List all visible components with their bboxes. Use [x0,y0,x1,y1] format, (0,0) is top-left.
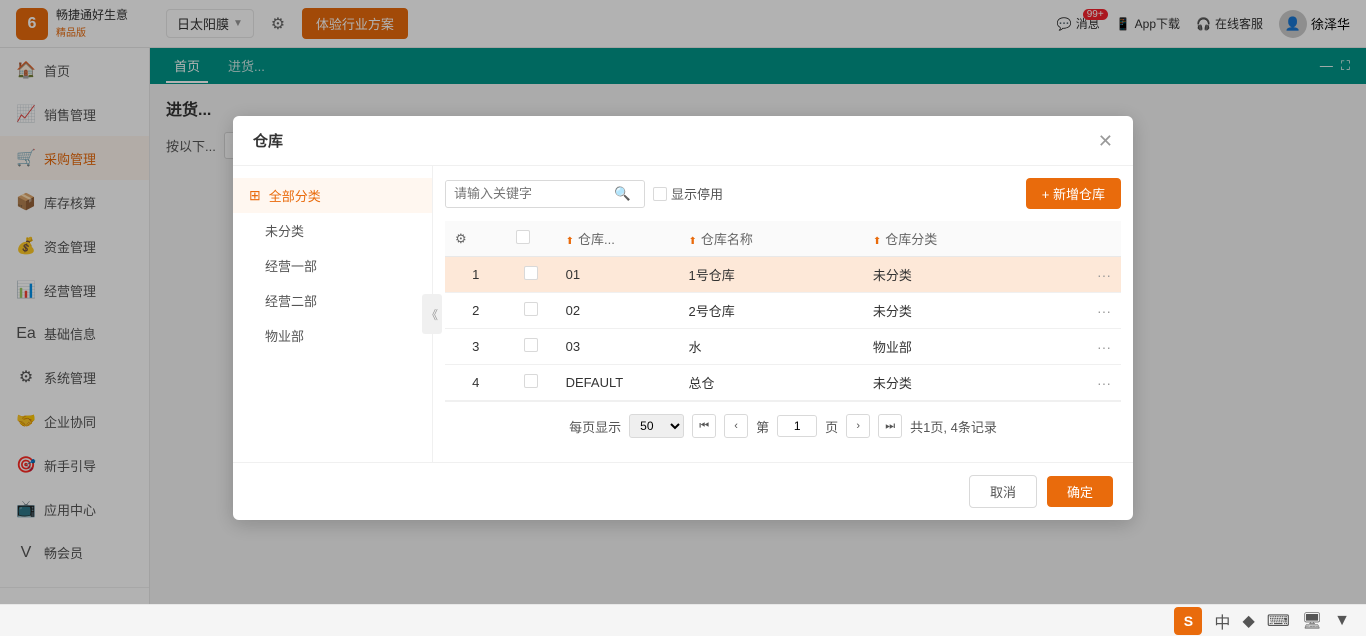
table-row[interactable]: 1 01 1号仓库 未分类 ··· [445,257,1121,293]
page-label: 第 [756,417,769,436]
row-category: 未分类 [863,365,1047,401]
add-warehouse-button[interactable]: + 新增仓库 [1026,178,1121,209]
page-label2: 页 [825,417,838,436]
page-prev-button[interactable]: ‹ [724,414,748,438]
col-setting-header: ⚙ [445,221,506,257]
confirm-button[interactable]: 确定 [1047,476,1113,507]
modal-title: 仓库 [253,130,283,151]
ellipsis-button[interactable]: ··· [1097,339,1111,355]
keyboard-icon[interactable]: ⌨ [1267,611,1290,631]
row-code: 03 [556,329,679,365]
tree-item-operation2[interactable]: 经营二部 [233,283,432,318]
table-row[interactable]: 2 02 2号仓库 未分类 ··· [445,293,1121,329]
gear-icon: ⚙ [455,231,467,246]
row-num: 2 [445,293,506,329]
row-name: 1号仓库 [679,257,863,293]
table-body: 1 01 1号仓库 未分类 ··· 2 02 2号仓库 未分类 ··· 3 03… [445,257,1121,401]
row-code: DEFAULT [556,365,679,401]
total-info: 共1页, 4条记录 [910,417,997,436]
table-row[interactable]: 4 DEFAULT 总仓 未分类 ··· [445,365,1121,401]
tree-collapse-button[interactable]: 《 [422,294,442,334]
select-all-checkbox[interactable] [516,230,530,244]
modal-footer: 取消 确定 [233,462,1133,520]
sort-icon2: ⬆ [689,236,697,247]
row-checkbox[interactable] [524,374,538,388]
tree-item-operation1[interactable]: 经营一部 [233,248,432,283]
row-actions: ··· [1047,293,1121,329]
search-input-wrap: 🔍 [445,180,645,208]
row-checkbox-cell [506,329,555,365]
col-code-header: ⬆仓库... [556,221,679,257]
cancel-button[interactable]: 取消 [969,475,1037,508]
ellipsis-button[interactable]: ··· [1097,303,1111,319]
modal-close-button[interactable]: ✕ [1098,132,1113,150]
row-actions: ··· [1047,329,1121,365]
arrow-icon[interactable]: ▼ [1334,612,1350,630]
show-disabled-label[interactable]: 显示停用 [653,184,723,203]
col-name-header: ⬆仓库名称 [679,221,863,257]
tree-item-all[interactable]: ⊞ 全部分类 [233,178,432,213]
per-page-label: 每页显示 [569,417,621,436]
grid-icon: ⊞ [249,187,261,204]
row-checkbox-cell [506,365,555,401]
table-container: ⚙ ⬆仓库... ⬆仓库名称 [445,221,1121,401]
row-num: 4 [445,365,506,401]
row-checkbox[interactable] [524,266,538,280]
search-input[interactable] [446,181,606,206]
row-actions: ··· [1047,365,1121,401]
row-category: 未分类 [863,257,1047,293]
tree-item-label: 全部分类 [269,186,321,205]
row-checkbox[interactable] [524,338,538,352]
page-number-input[interactable] [777,415,817,437]
row-category: 未分类 [863,293,1047,329]
tree-item-property[interactable]: 物业部 [233,318,432,353]
monitor-icon[interactable]: 🖥 [1302,611,1322,631]
row-category: 物业部 [863,329,1047,365]
per-page-select[interactable]: 50 20 100 [629,414,684,438]
ellipsis-button[interactable]: ··· [1097,375,1111,391]
table-row[interactable]: 3 03 水 物业部 ··· [445,329,1121,365]
modal-header: 仓库 ✕ [233,116,1133,166]
warehouse-modal: 仓库 ✕ 《 ⊞ 全部分类 未分类 经营一部 经营二部 物业部 [233,116,1133,520]
row-name: 水 [679,329,863,365]
row-name: 总仓 [679,365,863,401]
tree-item-unclassified[interactable]: 未分类 [233,213,432,248]
col-check-header [506,221,555,257]
chinese-icon[interactable]: 中 [1214,609,1230,633]
row-code: 01 [556,257,679,293]
table-header: ⚙ ⬆仓库... ⬆仓库名称 [445,221,1121,257]
modal-body: 《 ⊞ 全部分类 未分类 经营一部 经营二部 物业部 🔍 [233,166,1133,462]
row-actions: ··· [1047,257,1121,293]
col-extra-header [1047,221,1121,257]
row-num: 1 [445,257,506,293]
row-name: 2号仓库 [679,293,863,329]
page-next-button[interactable]: › [846,414,870,438]
ellipsis-button[interactable]: ··· [1097,267,1111,283]
row-num: 3 [445,329,506,365]
row-checkbox-cell [506,293,555,329]
row-checkbox-cell [506,257,555,293]
modal-right-content: 🔍 显示停用 + 新增仓库 ⚙ [433,166,1133,462]
page-last-button[interactable]: ⏭ [878,414,902,438]
warehouse-table: ⚙ ⬆仓库... ⬆仓库名称 [445,221,1121,401]
sort-icon: ⬆ [566,236,574,247]
row-code: 02 [556,293,679,329]
row-checkbox[interactable] [524,302,538,316]
search-button[interactable]: 🔍 [606,181,639,207]
col-cat-header: ⬆仓库分类 [863,221,1047,257]
s-logo: S [1174,607,1202,635]
page-first-button[interactable]: ⏮ [692,414,716,438]
diamond-icon[interactable]: ◆ [1242,611,1254,631]
sort-icon3: ⬆ [873,236,881,247]
show-disabled-checkbox[interactable] [653,187,667,201]
bottom-bar: S 中 ◆ ⌨ 🖥 ▼ [0,604,1366,636]
modal-overlay: 仓库 ✕ 《 ⊞ 全部分类 未分类 经营一部 经营二部 物业部 [0,0,1366,636]
modal-left-tree: 《 ⊞ 全部分类 未分类 经营一部 经营二部 物业部 [233,166,433,462]
modal-pagination: 每页显示 50 20 100 ⏮ ‹ 第 页 › ⏭ 共1页, 4条记录 [445,401,1121,450]
modal-search-bar: 🔍 显示停用 + 新增仓库 [445,178,1121,209]
